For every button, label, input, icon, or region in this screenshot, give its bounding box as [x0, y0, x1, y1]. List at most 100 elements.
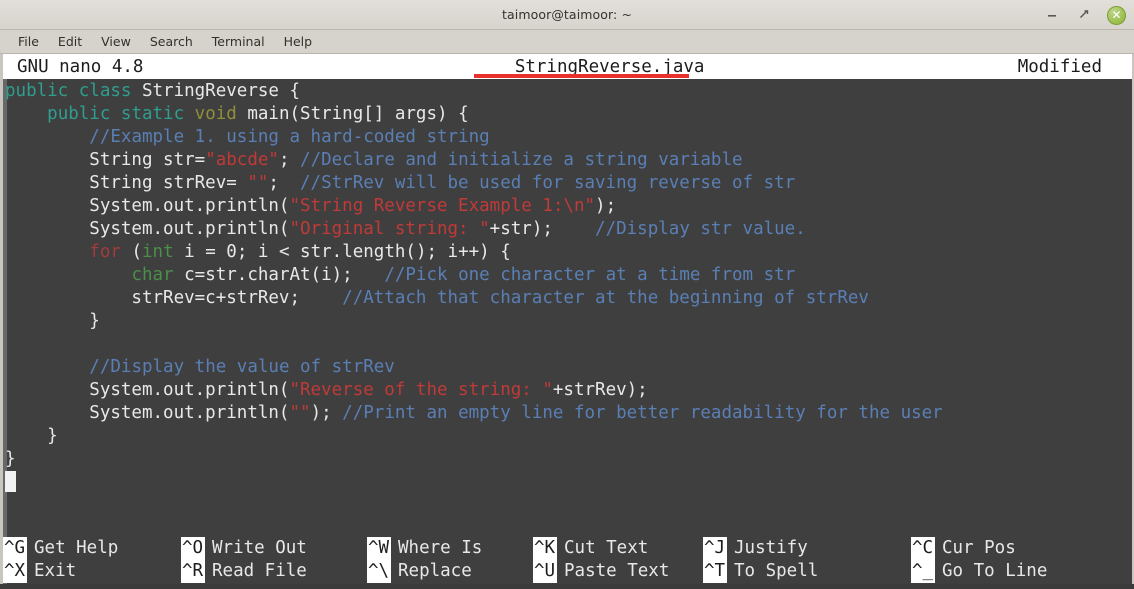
code-token: public class: [5, 81, 142, 101]
menu-item-help[interactable]: Help: [276, 32, 321, 51]
minimize-icon[interactable]: [1043, 6, 1061, 24]
code-token: StringReverse {: [141, 81, 301, 101]
code-token: int: [142, 242, 185, 262]
code-line: char c=str.charAt(i); //Pick one charact…: [3, 264, 1132, 287]
shortcut-key: ^_: [911, 560, 935, 583]
code-token: c=str.charAt(i);: [184, 265, 385, 285]
code-token: );: [310, 403, 343, 423]
shortcut-label: Cur Pos: [942, 538, 1016, 558]
shortcut-go-to-line[interactable]: ^_ Go To Line: [911, 560, 1047, 583]
text-cursor: [5, 471, 16, 492]
shortcut-key: ^T: [703, 560, 727, 583]
shortcut-justify[interactable]: ^J Justify: [703, 537, 808, 560]
code-line: }: [3, 425, 1132, 448]
code-line: String strRev= ""; //StrRev will be used…: [3, 172, 1132, 195]
code-token: System.out.println(: [5, 403, 290, 423]
close-icon[interactable]: ✕: [1107, 5, 1126, 25]
shortcut-label: Exit: [34, 561, 77, 581]
code-line: System.out.println(""); //Print an empty…: [3, 402, 1132, 425]
nano-modified-status: Modified: [1017, 56, 1102, 77]
code-line: public class StringReverse {: [3, 80, 1132, 103]
menu-item-file[interactable]: File: [10, 32, 47, 51]
code-line: String str="abcde"; //Declare and initia…: [3, 149, 1132, 172]
shortcut-key: ^K: [533, 537, 557, 560]
menu-item-edit[interactable]: Edit: [50, 32, 90, 51]
shortcut-key: ^J: [703, 537, 727, 560]
nano-shortcut-bar: ^G Get Help ^O Write Out ^W Where Is ^K Cut Tex…: [3, 537, 1132, 584]
shortcut-row-1: ^G Get Help ^O Write Out ^W Where Is ^K Cut Tex…: [3, 537, 1132, 560]
menu-item-view[interactable]: View: [93, 32, 139, 51]
shortcut-where-is[interactable]: ^W Where Is: [367, 537, 482, 560]
code-token: System.out.println(: [5, 196, 290, 216]
code-token: "": [289, 403, 311, 423]
shortcut-key: ^X: [3, 560, 27, 583]
code-token: "Original string: ": [289, 219, 490, 239]
shortcut-label: Cut Text: [564, 538, 649, 558]
shortcut-to-spell[interactable]: ^T To Spell: [703, 560, 818, 583]
code-token: //Display the value of strRev: [89, 357, 395, 377]
shortcut-write-out[interactable]: ^O Write Out: [181, 537, 307, 560]
menu-item-search[interactable]: Search: [142, 32, 201, 51]
shortcut-key: ^U: [533, 560, 557, 583]
menu-item-terminal[interactable]: Terminal: [204, 32, 273, 51]
shortcut-key: ^\: [367, 560, 391, 583]
code-line: for (int i = 0; i < str.length(); i++) {: [3, 241, 1132, 264]
code-token: +str);: [489, 219, 596, 239]
code-line: System.out.println("Original string: "+s…: [3, 218, 1132, 241]
code-line: //Display the value of strRev: [3, 356, 1132, 379]
shortcut-label: Replace: [398, 561, 472, 581]
code-token: "Reverse of the string: ": [289, 380, 553, 400]
window-titlebar: taimoor@taimoor: ~ ✕: [0, 0, 1134, 30]
shortcut-exit[interactable]: ^X Exit: [3, 560, 76, 583]
code-token: ;: [278, 150, 301, 170]
code-token: System.out.println(: [5, 219, 290, 239]
code-token: //Example 1. using a hard-coded string: [89, 127, 490, 147]
code-token: }: [5, 311, 100, 331]
shortcut-replace[interactable]: ^\ Replace: [367, 560, 472, 583]
shortcut-read-file[interactable]: ^R Read File: [181, 560, 307, 583]
shortcut-label: Where Is: [398, 538, 483, 558]
window-controls: ✕: [1043, 0, 1126, 30]
shortcut-paste-text[interactable]: ^U Paste Text: [533, 560, 669, 583]
code-line: //Example 1. using a hard-coded string: [3, 126, 1132, 149]
shortcut-label: Write Out: [212, 538, 307, 558]
code-token: (: [131, 242, 142, 262]
code-token: +strRev);: [552, 380, 648, 400]
filename-highlight-underline: [474, 74, 689, 78]
maximize-icon[interactable]: [1075, 6, 1093, 24]
code-token: main(String[] args) {: [247, 104, 469, 124]
shortcut-label: To Spell: [734, 561, 819, 581]
code-token: strRev=c+strRev;: [5, 288, 343, 308]
shortcut-label: Get Help: [34, 538, 119, 558]
code-token: System.out.println(: [5, 380, 290, 400]
shortcut-key: ^G: [3, 537, 27, 560]
shortcut-cur-pos[interactable]: ^C Cur Pos: [911, 537, 1016, 560]
shortcut-key: ^C: [911, 537, 935, 560]
window-title: taimoor@taimoor: ~: [501, 7, 633, 22]
code-token: i = 0; i < str.length(); i++) {: [184, 242, 511, 262]
code-token: "": [247, 173, 269, 193]
shortcut-label: Paste Text: [564, 561, 670, 581]
code-token: }: [5, 426, 58, 446]
code-editor-area[interactable]: public class StringReverse { public stat…: [3, 79, 1132, 537]
code-token: public static: [47, 104, 195, 124]
terminal-window: taimoor@taimoor: ~ ✕ File Edit View Sear…: [0, 0, 1134, 589]
shortcut-get-help[interactable]: ^G Get Help: [3, 537, 118, 560]
menubar: File Edit View Search Terminal Help: [0, 30, 1134, 54]
terminal-body[interactable]: GNU nano 4.8 StringReverse.java Modified…: [0, 54, 1134, 584]
shortcut-label: Justify: [734, 538, 808, 558]
code-token: //Display str value.: [595, 219, 806, 239]
code-token: char: [131, 265, 185, 285]
shortcut-cut-text[interactable]: ^K Cut Text: [533, 537, 648, 560]
code-token: String strRev=: [5, 173, 248, 193]
shortcut-key: ^O: [181, 537, 205, 560]
code-line: System.out.println("Reverse of the strin…: [3, 379, 1132, 402]
code-token: }: [5, 449, 16, 469]
code-token: ;: [268, 173, 301, 193]
shortcut-label: Read File: [212, 561, 307, 581]
shortcut-key: ^W: [367, 537, 391, 560]
